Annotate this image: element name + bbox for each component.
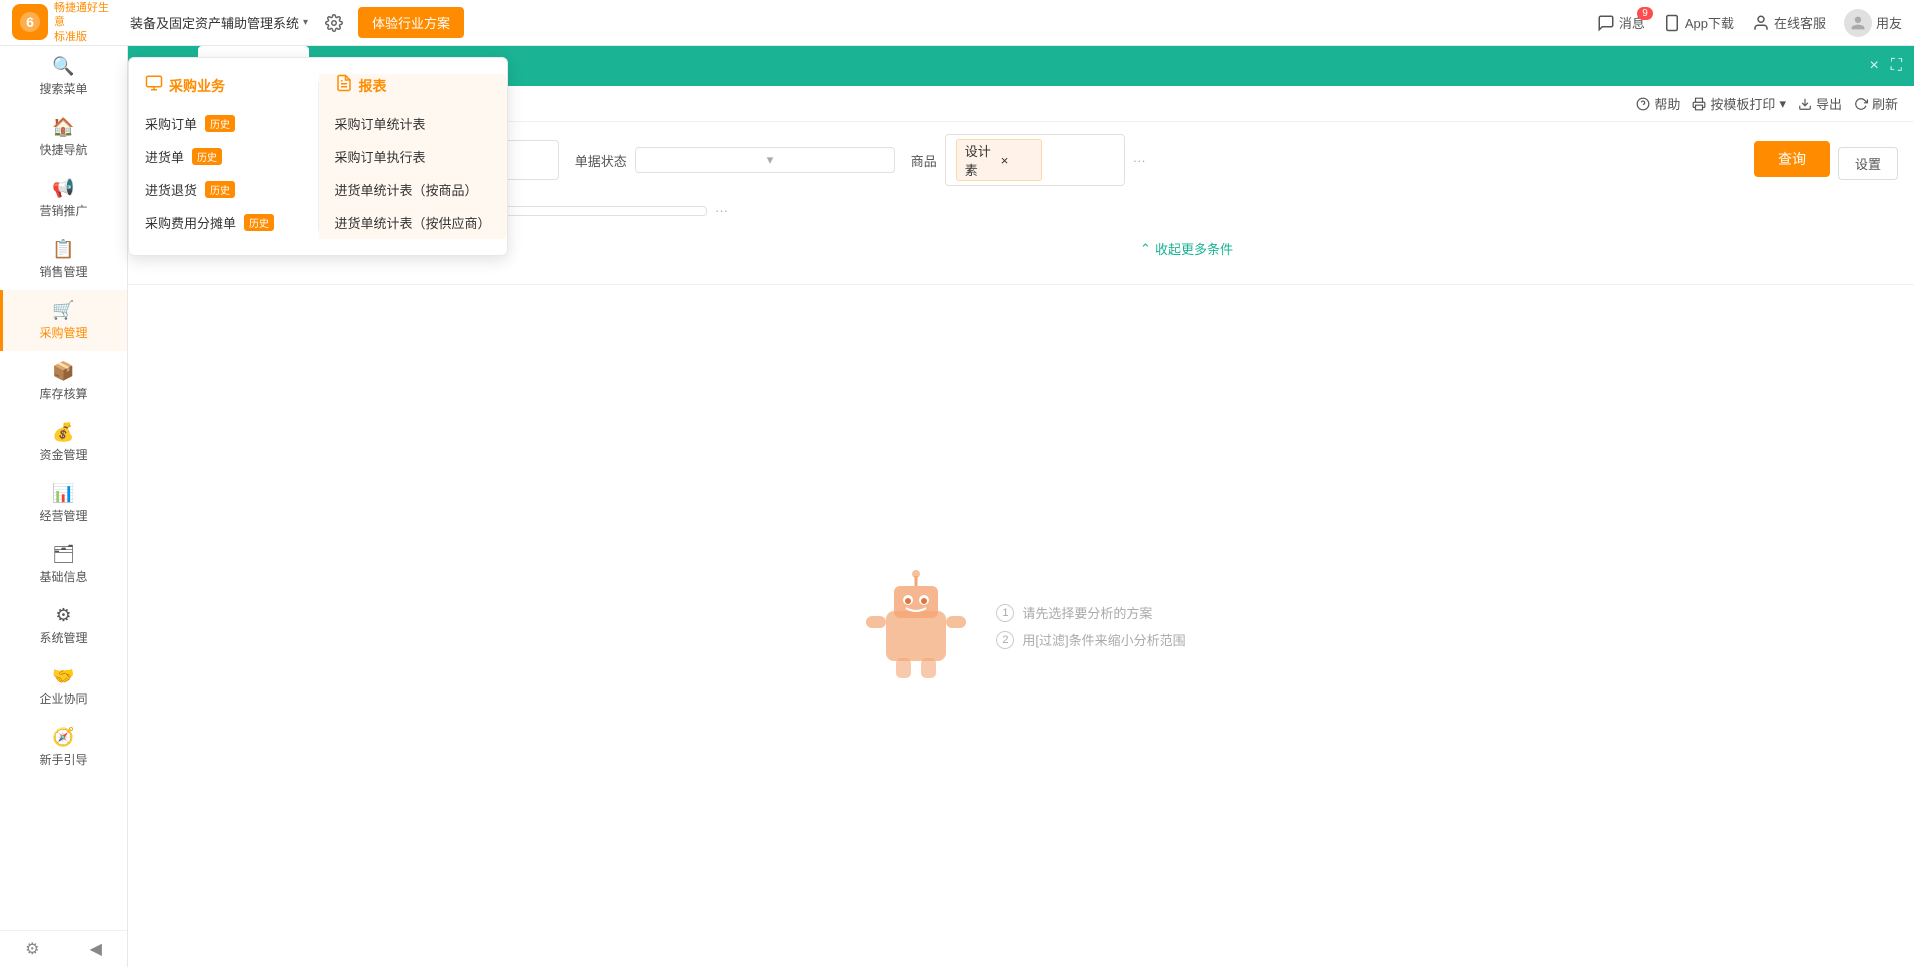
empty-tips: 1 请先选择要分析的方案 2 用[过滤]条件来缩小分析范围 xyxy=(996,603,1185,649)
empty-tip-1: 1 请先选择要分析的方案 xyxy=(996,603,1185,622)
sidebar-bottom: ⚙ ◀ xyxy=(0,930,127,967)
tab-close-all[interactable]: × xyxy=(1869,57,1878,75)
sidebar-item-system[interactable]: ⚙系统管理 xyxy=(0,595,127,656)
operation-icon: 📊 xyxy=(52,483,74,504)
marketing-icon: 📢 xyxy=(52,178,74,199)
settings-button[interactable]: 设置 xyxy=(1838,147,1898,180)
purchase-dropdown-menu: 采购业务 采购订单历史进货单历史进货退货历史采购费用分摊单历史 报表 采购订单统… xyxy=(128,57,508,256)
chevron-down-icon: ▾ xyxy=(303,17,308,28)
logo-area: 6 畅捷通好生意 标准版 xyxy=(12,1,122,44)
print-btn[interactable]: 按模板打印 ▾ xyxy=(1692,94,1786,113)
sidebar-item-guide[interactable]: 🧭新手引导 xyxy=(0,717,127,778)
status-dropdown-icon: ▾ xyxy=(767,152,884,168)
finance-icon: 💰 xyxy=(52,422,74,443)
logo-icon: 6 xyxy=(12,4,48,40)
query-button[interactable]: 查询 xyxy=(1754,141,1830,177)
empty-state: 1 请先选择要分析的方案 2 用[过滤]条件来缩小分析范围 xyxy=(856,566,1185,686)
search-icon: 🔍 xyxy=(52,56,74,77)
goods-tag-close[interactable]: × xyxy=(1001,153,1033,168)
goods-more-icon[interactable]: ··· xyxy=(1133,153,1146,168)
menu-item-采购费用分摊单[interactable]: 采购费用分摊单历史 xyxy=(141,206,306,239)
chevron-up-icon: ⌃ xyxy=(1140,241,1151,257)
tip-num-1: 1 xyxy=(996,604,1014,622)
message-badge: 9 xyxy=(1637,7,1653,20)
user-btn[interactable]: 用友 xyxy=(1844,9,1902,37)
tip-num-2: 2 xyxy=(996,631,1014,649)
sidebar-item-sales[interactable]: 📋销售管理 xyxy=(0,229,127,290)
basic-icon: 🗂 xyxy=(52,544,75,565)
status-select[interactable]: ▾ xyxy=(635,147,895,173)
menu-report-item-进货单统计表（按商品）[interactable]: 进货单统计表（按商品） xyxy=(331,173,496,206)
menu-col-report: 报表 采购订单统计表采购订单执行表进货单统计表（按商品）进货单统计表（按供应商） xyxy=(319,74,508,239)
sidebar-item-inventory[interactable]: 📦库存核算 xyxy=(0,351,127,412)
sidebar-item-basic[interactable]: 🗂基础信息 xyxy=(0,534,127,595)
menu-item-进货退货[interactable]: 进货退货历史 xyxy=(141,173,306,206)
sidebar-settings-icon[interactable]: ⚙ xyxy=(25,939,39,959)
refresh-btn[interactable]: 刷新 xyxy=(1854,94,1898,113)
report-icon xyxy=(335,74,353,97)
app-download-btn[interactable]: App下载 xyxy=(1663,13,1734,32)
empty-illustration xyxy=(856,566,976,686)
menu-report-item-采购订单执行表[interactable]: 采购订单执行表 xyxy=(331,140,496,173)
history-badge: 历史 xyxy=(244,214,274,231)
menu-item-进货单[interactable]: 进货单历史 xyxy=(141,140,306,173)
logo-text: 畅捷通好生意 标准版 xyxy=(54,1,110,44)
sidebar: 🔍搜索菜单🏠快捷导航📢营销推广📋销售管理🛒采购管理📦库存核算💰资金管理📊经营管理… xyxy=(0,46,128,967)
menu-item-采购订单[interactable]: 采购订单历史 xyxy=(141,107,306,140)
goods-select[interactable]: 设计素 × xyxy=(945,134,1125,186)
system-icon: ⚙ xyxy=(55,605,71,626)
status-label: 单据状态 xyxy=(575,151,627,170)
business-title: 采购业务 xyxy=(141,74,306,97)
salesman-more-icon[interactable]: ··· xyxy=(715,203,728,218)
system-title[interactable]: 装备及固定资产辅助管理系统 ▾ xyxy=(130,13,312,32)
sidebar-item-operation[interactable]: 📊经营管理 xyxy=(0,473,127,534)
empty-tip-2: 2 用[过滤]条件来缩小分析范围 xyxy=(996,630,1185,649)
history-badge: 历史 xyxy=(192,148,222,165)
online-service-btn[interactable]: 在线客服 xyxy=(1752,13,1826,32)
sidebar-item-enterprise[interactable]: 🤝企业协同 xyxy=(0,656,127,717)
sidebar-item-marketing[interactable]: 📢营销推广 xyxy=(0,168,127,229)
sidebar-item-purchase[interactable]: 🛒采购管理 xyxy=(0,290,127,351)
help-btn[interactable]: 帮助 xyxy=(1636,94,1680,113)
export-btn[interactable]: 导出 xyxy=(1798,94,1842,113)
menu-col-business: 采购业务 采购订单历史进货单历史进货退货历史采购费用分摊单历史 xyxy=(129,74,318,239)
menu-report-item-进货单统计表（按供应商）[interactable]: 进货单统计表（按供应商） xyxy=(331,206,496,239)
goods-label: 商品 xyxy=(911,151,937,170)
top-right: 消息 9 App下载 在线客服 用友 xyxy=(1597,9,1902,37)
tab-fullscreen[interactable]: ⛶ xyxy=(1891,57,1902,75)
sidebar-item-quicknav[interactable]: 🏠快捷导航 xyxy=(0,107,127,168)
main-content: 1 请先选择要分析的方案 2 用[过滤]条件来缩小分析范围 xyxy=(128,285,1914,967)
sales-icon: 📋 xyxy=(52,239,74,260)
avatar xyxy=(1844,9,1872,37)
filter-status: 单据状态 ▾ xyxy=(575,147,895,173)
industry-btn[interactable]: 体验行业方案 xyxy=(358,7,464,38)
settings-icon-btn[interactable] xyxy=(320,9,348,37)
goods-tag: 设计素 × xyxy=(956,139,1042,181)
menu-report-item-采购订单统计表[interactable]: 采购订单统计表 xyxy=(331,107,496,140)
business-icon xyxy=(145,74,163,97)
tab-bar-actions: × ⛶ xyxy=(1869,57,1902,75)
message-btn[interactable]: 消息 9 xyxy=(1597,13,1645,32)
print-dropdown-icon[interactable]: ▾ xyxy=(1779,96,1786,112)
collapse-btn[interactable]: ⌃ 收起更多条件 xyxy=(1140,235,1233,262)
history-badge: 历史 xyxy=(205,181,235,198)
sidebar-collapse-icon[interactable]: ◀ xyxy=(90,939,102,959)
enterprise-icon: 🤝 xyxy=(52,666,74,687)
report-title: 报表 xyxy=(331,74,496,97)
guide-icon: 🧭 xyxy=(52,727,74,748)
sidebar-item-search[interactable]: 🔍搜索菜单 xyxy=(0,46,127,107)
inventory-icon: 📦 xyxy=(52,361,74,382)
history-badge: 历史 xyxy=(205,115,235,132)
purchase-icon: 🛒 xyxy=(52,300,74,321)
quicknav-icon: 🏠 xyxy=(52,117,74,138)
svg-text:6: 6 xyxy=(26,14,34,30)
sidebar-item-finance[interactable]: 💰资金管理 xyxy=(0,412,127,473)
top-bar: 6 畅捷通好生意 标准版 装备及固定资产辅助管理系统 ▾ 体验行业方案 消息 9… xyxy=(0,0,1914,46)
filter-goods: 商品 设计素 × ··· xyxy=(911,134,1146,186)
